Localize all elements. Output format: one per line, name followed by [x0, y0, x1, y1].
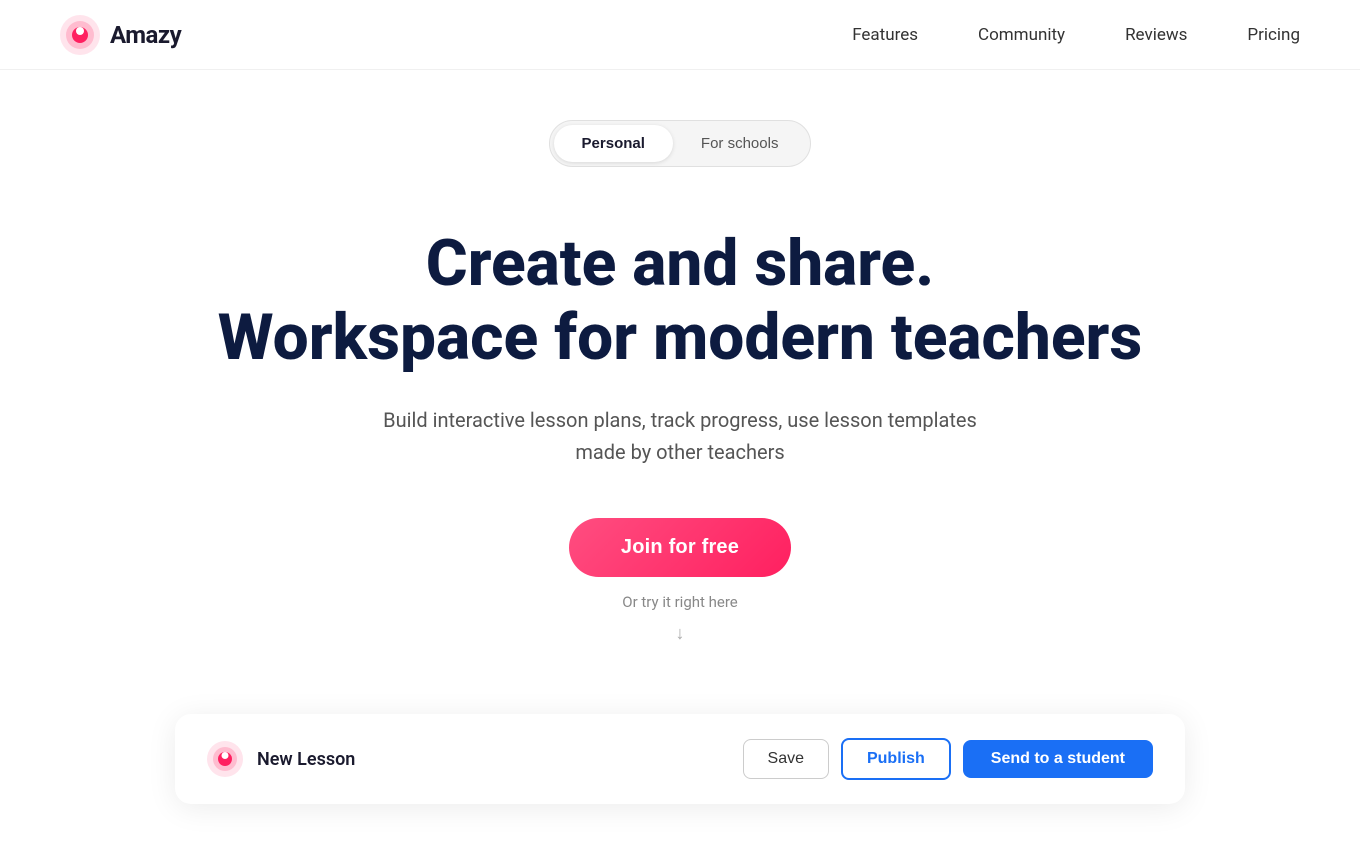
lesson-card: New Lesson Save Publish Send to a studen… — [175, 714, 1185, 804]
arrow-down-icon: ↓ — [676, 623, 685, 644]
persona-toggle: Personal For schools — [549, 120, 812, 167]
amazy-logo-icon — [60, 15, 100, 55]
join-free-button[interactable]: Join for free — [569, 518, 791, 577]
nav-community[interactable]: Community — [978, 25, 1065, 45]
try-text: Or try it right here — [622, 593, 738, 611]
hero-section: Create and share. Workspace for modern t… — [0, 167, 1360, 684]
toggle-for-schools[interactable]: For schools — [673, 125, 807, 162]
hero-title-line2: Workspace for modern teachers — [218, 300, 1142, 375]
send-to-student-button[interactable]: Send to a student — [963, 740, 1153, 778]
brand-name: Amazy — [110, 21, 181, 49]
nav-pricing[interactable]: Pricing — [1247, 25, 1300, 45]
save-button[interactable]: Save — [743, 739, 829, 779]
lesson-actions: Save Publish Send to a student — [743, 738, 1153, 780]
lesson-card-logo-icon — [207, 741, 243, 777]
toggle-personal[interactable]: Personal — [554, 125, 673, 162]
toggle-container: Personal For schools — [0, 120, 1360, 167]
nav-reviews[interactable]: Reviews — [1125, 25, 1187, 45]
hero-title: Create and share. Workspace for modern t… — [20, 227, 1340, 374]
header: Amazy Features Community Reviews Pricing — [0, 0, 1360, 70]
hero-subtitle: Build interactive lesson plans, track pr… — [360, 404, 1000, 468]
hero-title-line1: Create and share. — [426, 226, 934, 301]
cta-section: Join for free Or try it right here ↓ — [20, 518, 1340, 644]
publish-button[interactable]: Publish — [841, 738, 951, 780]
main-nav: Features Community Reviews Pricing — [852, 25, 1300, 45]
nav-features[interactable]: Features — [852, 25, 918, 45]
lesson-card-left: New Lesson — [207, 741, 355, 777]
logo-area: Amazy — [60, 15, 181, 55]
lesson-title: New Lesson — [257, 749, 355, 770]
